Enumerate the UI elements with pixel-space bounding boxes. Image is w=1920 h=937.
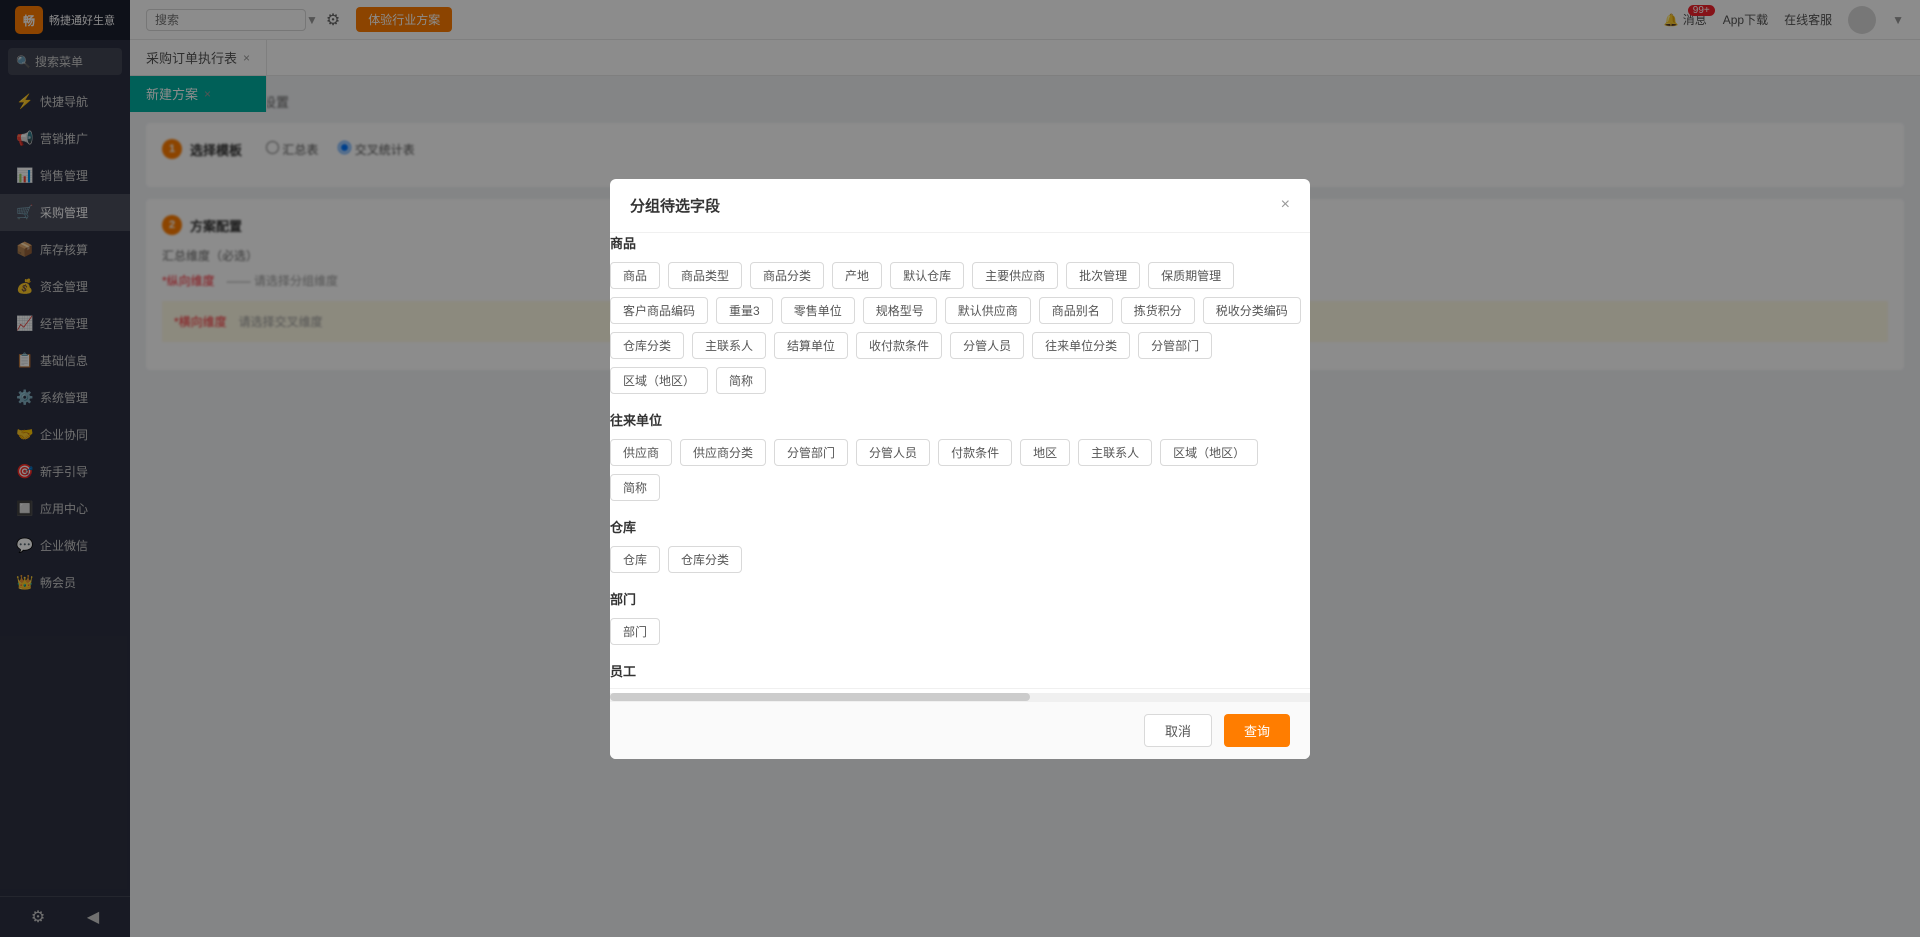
section-title-1: 往来单位: [610, 410, 1306, 429]
field-tag-0-19[interactable]: 收付款条件: [856, 332, 942, 359]
field-tag-1-3[interactable]: 分管人员: [856, 439, 930, 466]
field-tag-0-3[interactable]: 产地: [832, 262, 882, 289]
field-tag-0-18[interactable]: 结算单位: [774, 332, 848, 359]
section-title-2: 仓库: [610, 517, 1306, 536]
field-tag-0-22[interactable]: 分管部门: [1138, 332, 1212, 359]
field-tag-0-9[interactable]: 重量3: [716, 297, 773, 324]
section-title-4: 员工: [610, 661, 1306, 680]
field-tag-0-15[interactable]: 税收分类编码: [1203, 297, 1301, 324]
field-tag-0-17[interactable]: 主联系人: [692, 332, 766, 359]
field-tag-0-8[interactable]: 客户商品编码: [610, 297, 708, 324]
field-tag-1-4[interactable]: 付款条件: [938, 439, 1012, 466]
field-tag-0-10[interactable]: 零售单位: [781, 297, 855, 324]
field-tag-1-8[interactable]: 简称: [610, 474, 660, 501]
close-icon[interactable]: ×: [1281, 196, 1290, 214]
field-tag-0-16[interactable]: 仓库分类: [610, 332, 684, 359]
field-group-4: 员工业务员: [610, 661, 1306, 688]
field-tag-0-5[interactable]: 主要供应商: [972, 262, 1058, 289]
field-select-modal: 分组待选字段 × 商品商品商品类型商品分类产地默认仓库主要供应商批次管理保质期管…: [610, 179, 1310, 759]
field-tag-0-4[interactable]: 默认仓库: [890, 262, 964, 289]
modal-footer: 取消 查询: [610, 701, 1310, 759]
field-tag-0-12[interactable]: 默认供应商: [945, 297, 1031, 324]
field-tag-0-11[interactable]: 规格型号: [863, 297, 937, 324]
field-tags-1: 供应商供应商分类分管部门分管人员付款条件地区主联系人区域（地区） 简称: [610, 439, 1306, 501]
field-tag-1-0[interactable]: 供应商: [610, 439, 672, 466]
field-tag-0-1[interactable]: 商品类型: [668, 262, 742, 289]
modal-header: 分组待选字段 ×: [610, 179, 1310, 233]
field-tag-1-5[interactable]: 地区: [1020, 439, 1070, 466]
modal-sections: 商品商品商品类型商品分类产地默认仓库主要供应商批次管理保质期管理客户商品编码重量…: [610, 233, 1306, 688]
field-group-0: 商品商品商品类型商品分类产地默认仓库主要供应商批次管理保质期管理客户商品编码重量…: [610, 233, 1306, 394]
field-tag-0-14[interactable]: 拣货积分: [1121, 297, 1195, 324]
modal-overlay: 分组待选字段 × 商品商品商品类型商品分类产地默认仓库主要供应商批次管理保质期管…: [0, 0, 1920, 937]
field-group-1: 往来单位供应商供应商分类分管部门分管人员付款条件地区主联系人区域（地区） 简称: [610, 410, 1306, 501]
section-title-3: 部门: [610, 589, 1306, 608]
modal-body-scroll[interactable]: 商品商品商品类型商品分类产地默认仓库主要供应商批次管理保质期管理客户商品编码重量…: [610, 233, 1310, 688]
field-tag-1-7[interactable]: 区域（地区）: [1160, 439, 1258, 466]
confirm-button[interactable]: 查询: [1224, 714, 1290, 747]
hscroll-area: [610, 688, 1310, 701]
field-tag-1-1[interactable]: 供应商分类: [680, 439, 766, 466]
field-tag-0-6[interactable]: 批次管理: [1066, 262, 1140, 289]
section-title-0: 商品: [610, 233, 1306, 252]
field-tag-2-1[interactable]: 仓库分类: [668, 546, 742, 573]
cancel-button[interactable]: 取消: [1144, 714, 1212, 747]
field-tag-2-0[interactable]: 仓库: [610, 546, 660, 573]
field-tag-0-0[interactable]: 商品: [610, 262, 660, 289]
field-tag-3-0[interactable]: 部门: [610, 618, 660, 645]
field-tags-3: 部门: [610, 618, 1306, 645]
field-group-2: 仓库仓库仓库分类: [610, 517, 1306, 573]
field-tag-0-7[interactable]: 保质期管理: [1148, 262, 1234, 289]
field-tag-0-20[interactable]: 分管人员: [950, 332, 1024, 359]
field-tag-0-2[interactable]: 商品分类: [750, 262, 824, 289]
hscroll-thumb: [610, 693, 1030, 701]
field-tags-0: 商品商品类型商品分类产地默认仓库主要供应商批次管理保质期管理客户商品编码重量3 零…: [610, 262, 1306, 394]
field-tag-1-6[interactable]: 主联系人: [1078, 439, 1152, 466]
field-tag-0-23[interactable]: 区域（地区）: [610, 367, 708, 394]
field-tag-0-21[interactable]: 往来单位分类: [1032, 332, 1130, 359]
field-tag-0-24[interactable]: 简称: [716, 367, 766, 394]
field-tag-1-2[interactable]: 分管部门: [774, 439, 848, 466]
field-tags-2: 仓库仓库分类: [610, 546, 1306, 573]
hscroll: [610, 693, 1310, 701]
field-group-3: 部门部门: [610, 589, 1306, 645]
field-tag-0-13[interactable]: 商品别名: [1039, 297, 1113, 324]
modal-title: 分组待选字段: [630, 195, 720, 216]
